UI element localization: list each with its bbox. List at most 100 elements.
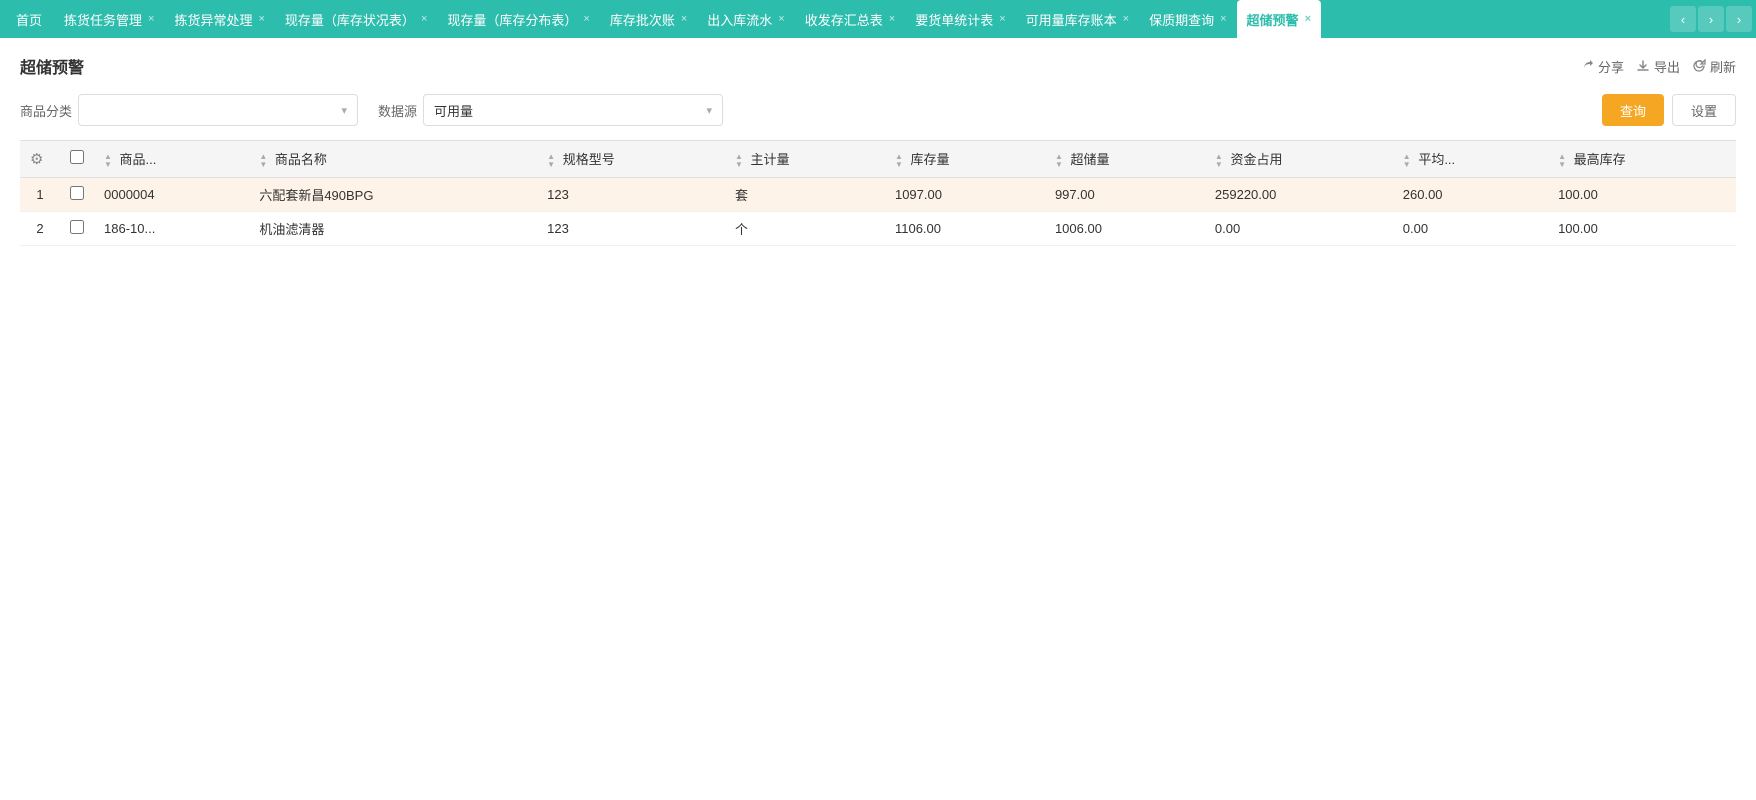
sort-max-stock-icon[interactable]: ▲▼ <box>1558 153 1566 169</box>
col-header-capital: ▲▼ 资金占用 <box>1205 141 1393 178</box>
close-tab-10-icon[interactable]: × <box>1220 13 1226 25</box>
nav-tab-9[interactable]: 可用量库存账本 × <box>1016 0 1139 38</box>
data-source-chevron-icon: ▾ <box>707 104 713 117</box>
close-tab-5-icon[interactable]: × <box>681 13 687 25</box>
nav-tab-3[interactable]: 现存量（库存状况表） × <box>275 0 437 38</box>
close-tab-6-icon[interactable]: × <box>778 13 784 25</box>
page-content: 超储预警 分享 导出 刷新 商品 <box>0 38 1756 800</box>
row-capital-0: 259220.00 <box>1205 177 1393 211</box>
refresh-icon <box>1692 59 1706 73</box>
export-button[interactable]: 导出 <box>1636 57 1680 76</box>
nav-arrows: ‹ › › <box>1670 6 1752 32</box>
share-icon <box>1580 59 1594 73</box>
col-header-unit: ▲▼ 主计量 <box>725 141 885 178</box>
product-category-chevron-icon: ▾ <box>341 104 347 117</box>
row-product-name-1: 机油滤清器 <box>249 211 537 245</box>
row-product-name-0: 六配套新昌490BPG <box>249 177 537 211</box>
sort-overstock-icon[interactable]: ▲▼ <box>1055 153 1063 169</box>
sort-spec-icon[interactable]: ▲▼ <box>547 153 555 169</box>
nav-tab-5[interactable]: 库存批次账 × <box>600 0 697 38</box>
row-product-code-0: 0000004 <box>94 177 249 211</box>
data-source-filter: 数据源 可用量 ▾ <box>378 94 723 126</box>
table-row: 2 186-10... 机油滤清器 123 个 1106.00 1006.00 … <box>20 211 1736 245</box>
row-num-0: 1 <box>20 177 60 211</box>
settings-button[interactable]: 设置 <box>1672 94 1736 126</box>
col-header-checkbox <box>60 141 94 178</box>
close-tab-4-icon[interactable]: × <box>583 13 589 25</box>
row-unit-1: 个 <box>725 211 885 245</box>
close-tab-11-icon[interactable]: × <box>1305 13 1311 25</box>
nav-tab-7[interactable]: 收发存汇总表 × <box>795 0 905 38</box>
table-gear-icon[interactable]: ⚙ <box>30 151 43 168</box>
data-table: ⚙ ▲▼ 商品... ▲▼ 商品名称 <box>20 140 1736 246</box>
row-avg-1: 0.00 <box>1393 211 1548 245</box>
refresh-button[interactable]: 刷新 <box>1692 57 1736 76</box>
nav-tab-11[interactable]: 超储预警 × <box>1237 0 1321 38</box>
export-icon <box>1636 59 1650 73</box>
sort-unit-icon[interactable]: ▲▼ <box>735 153 743 169</box>
col-header-avg: ▲▼ 平均... <box>1393 141 1548 178</box>
nav-tab-8[interactable]: 要货单统计表 × <box>905 0 1015 38</box>
row-max-stock-1: 100.00 <box>1548 211 1736 245</box>
nav-tab-6[interactable]: 出入库流水 × <box>697 0 794 38</box>
header-actions: 分享 导出 刷新 <box>1580 57 1736 76</box>
nav-more-btn[interactable]: › <box>1726 6 1752 32</box>
row-product-code-1: 186-10... <box>94 211 249 245</box>
share-button[interactable]: 分享 <box>1580 57 1624 76</box>
col-header-product-name: ▲▼ 商品名称 <box>249 141 537 178</box>
col-header-stock: ▲▼ 库存量 <box>885 141 1045 178</box>
nav-tab-10[interactable]: 保质期查询 × <box>1139 0 1236 38</box>
data-source-select-value: 可用量 <box>434 101 473 120</box>
row-checkbox-0[interactable] <box>70 186 84 200</box>
product-category-label: 商品分类 <box>20 101 72 120</box>
row-spec-1: 123 <box>537 211 725 245</box>
nav-next-btn[interactable]: › <box>1698 6 1724 32</box>
row-max-stock-0: 100.00 <box>1548 177 1736 211</box>
nav-tab-1[interactable]: 拣货任务管理 × <box>54 0 164 38</box>
col-header-max-stock: ▲▼ 最高库存 <box>1548 141 1736 178</box>
row-overstock-1: 1006.00 <box>1045 211 1205 245</box>
table-header-row: ⚙ ▲▼ 商品... ▲▼ 商品名称 <box>20 141 1736 178</box>
sort-avg-icon[interactable]: ▲▼ <box>1403 153 1411 169</box>
sort-product-name-icon[interactable]: ▲▼ <box>259 153 267 169</box>
data-source-select[interactable]: 可用量 ▾ <box>423 94 723 126</box>
nav-tab-2[interactable]: 拣货异常处理 × <box>164 0 274 38</box>
row-capital-1: 0.00 <box>1205 211 1393 245</box>
nav-prev-btn[interactable]: ‹ <box>1670 6 1696 32</box>
close-tab-3-icon[interactable]: × <box>421 13 427 25</box>
close-tab-9-icon[interactable]: × <box>1123 13 1129 25</box>
col-header-spec: ▲▼ 规格型号 <box>537 141 725 178</box>
select-all-checkbox[interactable] <box>70 150 84 164</box>
nav-home[interactable]: 首页 <box>4 10 54 29</box>
row-stock-1: 1106.00 <box>885 211 1045 245</box>
nav-tab-4[interactable]: 现存量（库存分布表） × <box>437 0 599 38</box>
row-checkbox-cell-0 <box>60 177 94 211</box>
top-nav: 首页 拣货任务管理 × 拣货异常处理 × 现存量（库存状况表） × 现存量（库存… <box>0 0 1756 38</box>
col-header-overstock: ▲▼ 超储量 <box>1045 141 1205 178</box>
row-stock-0: 1097.00 <box>885 177 1045 211</box>
product-category-select[interactable]: ▾ <box>78 94 358 126</box>
data-source-label: 数据源 <box>378 101 417 120</box>
row-unit-0: 套 <box>725 177 885 211</box>
sort-product-code-icon[interactable]: ▲▼ <box>104 153 112 169</box>
filter-row: 商品分类 ▾ 数据源 可用量 ▾ 查询 设置 <box>20 94 1736 126</box>
row-checkbox-1[interactable] <box>70 220 84 234</box>
table-row: 1 0000004 六配套新昌490BPG 123 套 1097.00 997.… <box>20 177 1736 211</box>
row-spec-0: 123 <box>537 177 725 211</box>
sort-capital-icon[interactable]: ▲▼ <box>1215 153 1223 169</box>
filter-buttons: 查询 设置 <box>1602 94 1736 126</box>
close-tab-1-icon[interactable]: × <box>148 13 154 25</box>
table-header: ⚙ ▲▼ 商品... ▲▼ 商品名称 <box>20 141 1736 178</box>
page-header: 超储预警 分享 导出 刷新 <box>20 54 1736 78</box>
close-tab-7-icon[interactable]: × <box>889 13 895 25</box>
col-gear: ⚙ <box>20 141 60 178</box>
row-num-1: 2 <box>20 211 60 245</box>
sort-stock-icon[interactable]: ▲▼ <box>895 153 903 169</box>
query-button[interactable]: 查询 <box>1602 94 1664 126</box>
col-header-product-code: ▲▼ 商品... <box>94 141 249 178</box>
row-checkbox-cell-1 <box>60 211 94 245</box>
close-tab-8-icon[interactable]: × <box>999 13 1005 25</box>
close-tab-2-icon[interactable]: × <box>258 13 264 25</box>
product-category-filter: 商品分类 ▾ <box>20 94 358 126</box>
page-title: 超储预警 <box>20 54 84 78</box>
